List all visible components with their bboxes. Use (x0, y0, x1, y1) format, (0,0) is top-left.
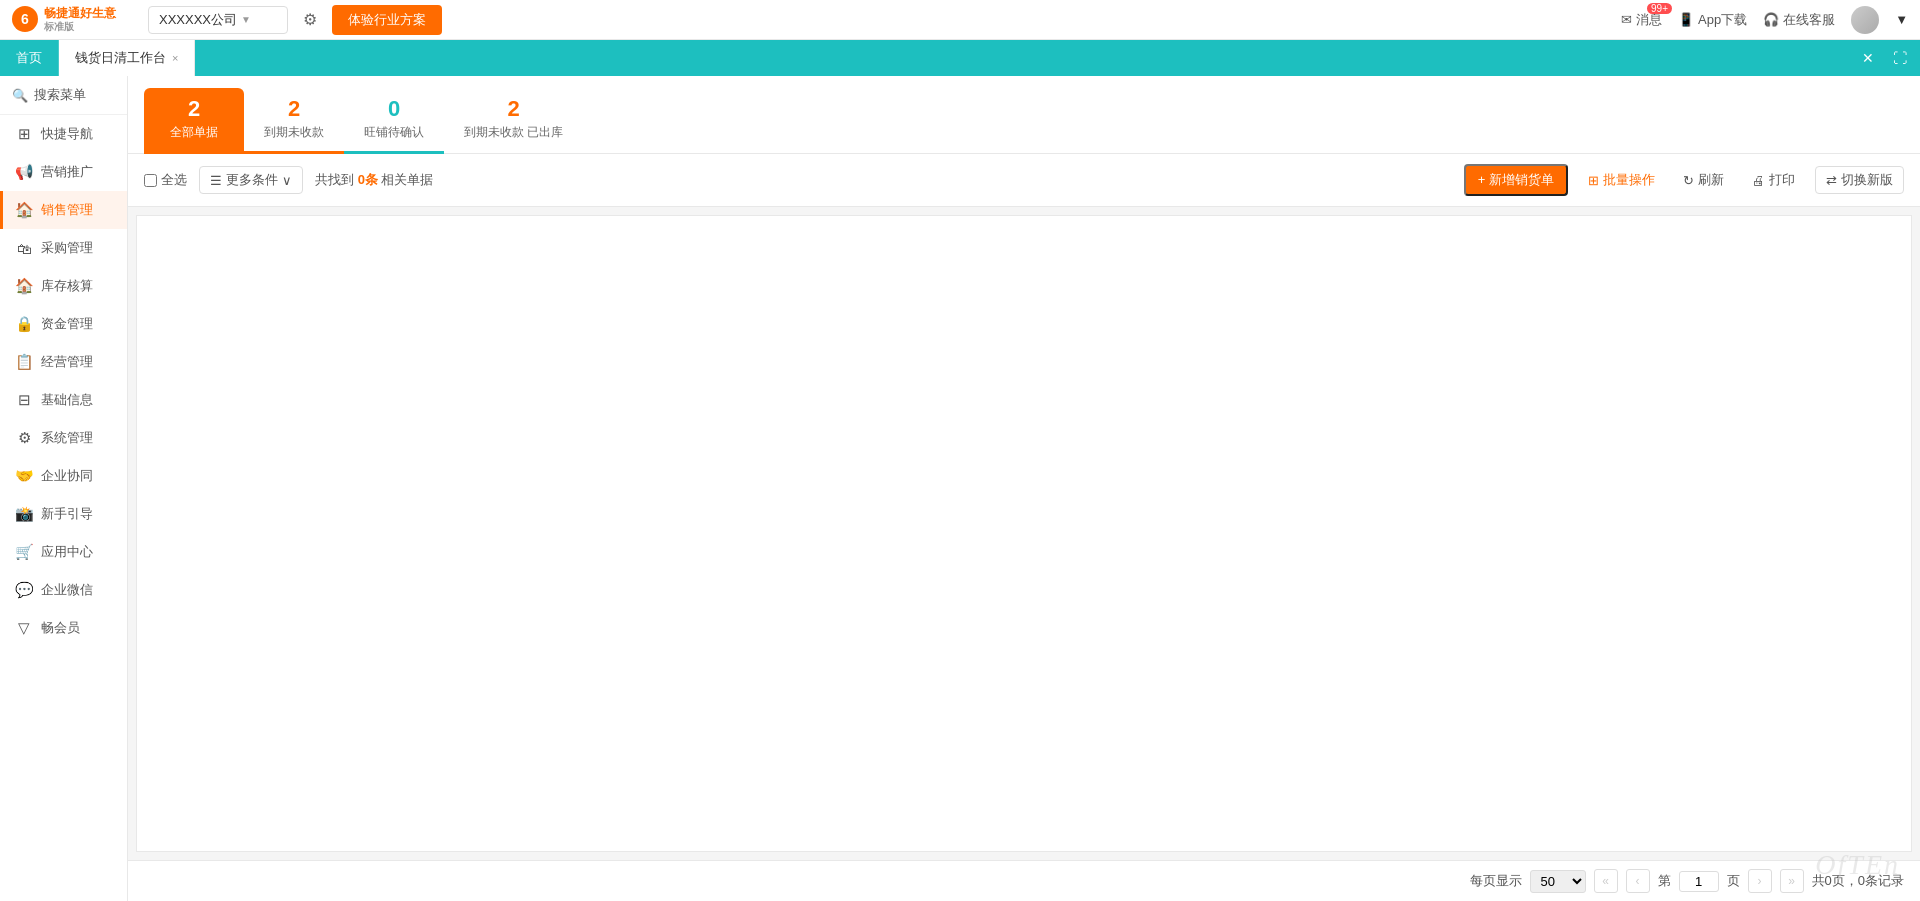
chevron-down-icon: ▼ (241, 14, 251, 25)
sidebar-item-guide[interactable]: 📸 新手引导 (0, 495, 127, 533)
app-download-button[interactable]: 📱 App下载 (1678, 11, 1747, 29)
per-page-select[interactable]: 50 10 20 100 (1530, 870, 1586, 893)
print-icon: 🖨 (1752, 173, 1765, 188)
stat-tab-overdue-unshipped[interactable]: 2 到期未收款 已出库 (444, 88, 583, 154)
top-bar: 6 畅捷通好生意 标准版 XXXXXX公司 ▼ ⚙ 体验行业方案 ✉ 消息 99… (0, 0, 1920, 40)
filter-icon: ☰ (210, 173, 222, 188)
sidebar-item-inventory[interactable]: 🏠 库存核算 (0, 267, 127, 305)
tab-close-icon[interactable]: × (172, 52, 178, 64)
wechat-icon: 💬 (15, 581, 33, 599)
stat-tab-pending-confirm[interactable]: 0 旺铺待确认 (344, 88, 444, 154)
filter-button[interactable]: ☰ 更多条件 ∨ (199, 166, 303, 194)
logo-area: 6 畅捷通好生意 标准版 (12, 6, 140, 32)
sidebar: 🔍 搜索菜单 ⊞ 快捷导航 📢 营销推广 🏠 销售管理 🛍 采购管理 🏠 库存核… (0, 76, 128, 901)
tab-active[interactable]: 钱货日清工作台 × (59, 40, 195, 76)
next-page-button[interactable]: › (1748, 869, 1772, 893)
batch-operation-button[interactable]: ⊞ 批量操作 (1580, 167, 1663, 193)
basic-info-icon: ⊟ (15, 391, 33, 409)
sidebar-item-purchase[interactable]: 🛍 采购管理 (0, 229, 127, 267)
refresh-button[interactable]: ↻ 刷新 (1675, 167, 1732, 193)
tab-bar-actions: ✕ ⛶ (1856, 46, 1920, 70)
prev-page-button[interactable]: ‹ (1626, 869, 1650, 893)
sidebar-item-wechat[interactable]: 💬 企业微信 (0, 571, 127, 609)
switch-icon: ⇄ (1826, 173, 1837, 188)
table-area (136, 215, 1912, 852)
online-service-button[interactable]: 🎧 在线客服 (1763, 11, 1835, 29)
switch-version-button[interactable]: ⇄ 切换新版 (1815, 166, 1904, 194)
last-page-button[interactable]: » (1780, 869, 1804, 893)
content-area: 2 全部单据 2 到期未收款 0 旺铺待确认 2 到期未收款 已出库 全选 (128, 76, 1920, 901)
found-text: 共找到 0条 相关单据 (315, 171, 433, 189)
sidebar-item-marketing[interactable]: 📢 营销推广 (0, 153, 127, 191)
sidebar-item-app-center[interactable]: 🛒 应用中心 (0, 533, 127, 571)
print-button[interactable]: 🖨 打印 (1744, 167, 1803, 193)
finance-icon: 🔒 (15, 315, 33, 333)
sidebar-item-sales[interactable]: 🏠 销售管理 (0, 191, 127, 229)
stat-tab-overdue-unpaid[interactable]: 2 到期未收款 (244, 88, 344, 154)
avatar[interactable] (1851, 6, 1879, 34)
sidebar-item-operations[interactable]: 📋 经营管理 (0, 343, 127, 381)
user-name[interactable]: ▼ (1895, 12, 1908, 27)
purchase-icon: 🛍 (15, 240, 33, 257)
select-all-area: 全选 (144, 171, 187, 189)
cooperation-icon: 🤝 (15, 467, 33, 485)
guide-icon: 📸 (15, 505, 33, 523)
stat-tab-all[interactable]: 2 全部单据 (144, 88, 244, 154)
first-page-button[interactable]: « (1594, 869, 1618, 893)
logo-icon: 6 (12, 6, 38, 32)
app-center-icon: 🛒 (15, 543, 33, 561)
pagination-bar: 每页显示 50 10 20 100 « ‹ 第 页 › » 共0页，0条记录 (128, 860, 1920, 901)
tab-bar: 首页 钱货日清工作台 × ✕ ⛶ (0, 40, 1920, 76)
sales-icon: 🏠 (15, 201, 33, 219)
message-icon: ✉ (1621, 12, 1632, 27)
trial-button[interactable]: 体验行业方案 (332, 5, 442, 35)
tab-restore-button[interactable]: ✕ (1856, 46, 1880, 70)
mobile-icon: 📱 (1678, 12, 1694, 27)
member-icon: ▽ (15, 619, 33, 637)
top-right-actions: ✉ 消息 99+ 📱 App下载 🎧 在线客服 ▼ (1621, 6, 1908, 34)
marketing-icon: 📢 (15, 163, 33, 181)
toolbar: 全选 ☰ 更多条件 ∨ 共找到 0条 相关单据 + 新增销货单 ⊞ 批量操作 ↻ (128, 154, 1920, 207)
headset-icon: 🎧 (1763, 12, 1779, 27)
main-layout: 🔍 搜索菜单 ⊞ 快捷导航 📢 营销推广 🏠 销售管理 🛍 采购管理 🏠 库存核… (0, 76, 1920, 901)
stats-tabs: 2 全部单据 2 到期未收款 0 旺铺待确认 2 到期未收款 已出库 (128, 76, 1920, 154)
select-all-checkbox[interactable] (144, 174, 157, 187)
inventory-icon: 🏠 (15, 277, 33, 295)
message-badge: 99+ (1647, 3, 1672, 14)
settings-icon[interactable]: ⚙ (296, 6, 324, 34)
message-button[interactable]: ✉ 消息 99+ (1621, 11, 1662, 29)
sidebar-search[interactable]: 🔍 搜索菜单 (0, 76, 127, 115)
sidebar-item-finance[interactable]: 🔒 资金管理 (0, 305, 127, 343)
sidebar-item-quick-nav[interactable]: ⊞ 快捷导航 (0, 115, 127, 153)
operations-icon: 📋 (15, 353, 33, 371)
new-sale-order-button[interactable]: + 新增销货单 (1464, 164, 1568, 196)
page-input[interactable] (1679, 871, 1719, 892)
tab-maximize-button[interactable]: ⛶ (1888, 46, 1912, 70)
filter-chevron-icon: ∨ (282, 173, 292, 188)
tab-home[interactable]: 首页 (0, 40, 59, 76)
sidebar-item-cooperation[interactable]: 🤝 企业协同 (0, 457, 127, 495)
sidebar-item-basic-info[interactable]: ⊟ 基础信息 (0, 381, 127, 419)
toolbar-right: + 新增销货单 ⊞ 批量操作 ↻ 刷新 🖨 打印 ⇄ 切换新版 (1464, 164, 1904, 196)
grid-icon: ⊞ (15, 125, 33, 143)
refresh-icon: ↻ (1683, 173, 1694, 188)
sidebar-item-member[interactable]: ▽ 畅会员 (0, 609, 127, 647)
batch-icon: ⊞ (1588, 173, 1599, 188)
system-icon: ⚙ (15, 429, 33, 447)
sidebar-item-system[interactable]: ⚙ 系统管理 (0, 419, 127, 457)
logo-text: 畅捷通好生意 标准版 (44, 6, 116, 32)
company-selector[interactable]: XXXXXX公司 ▼ (148, 6, 288, 34)
search-icon: 🔍 (12, 88, 28, 103)
